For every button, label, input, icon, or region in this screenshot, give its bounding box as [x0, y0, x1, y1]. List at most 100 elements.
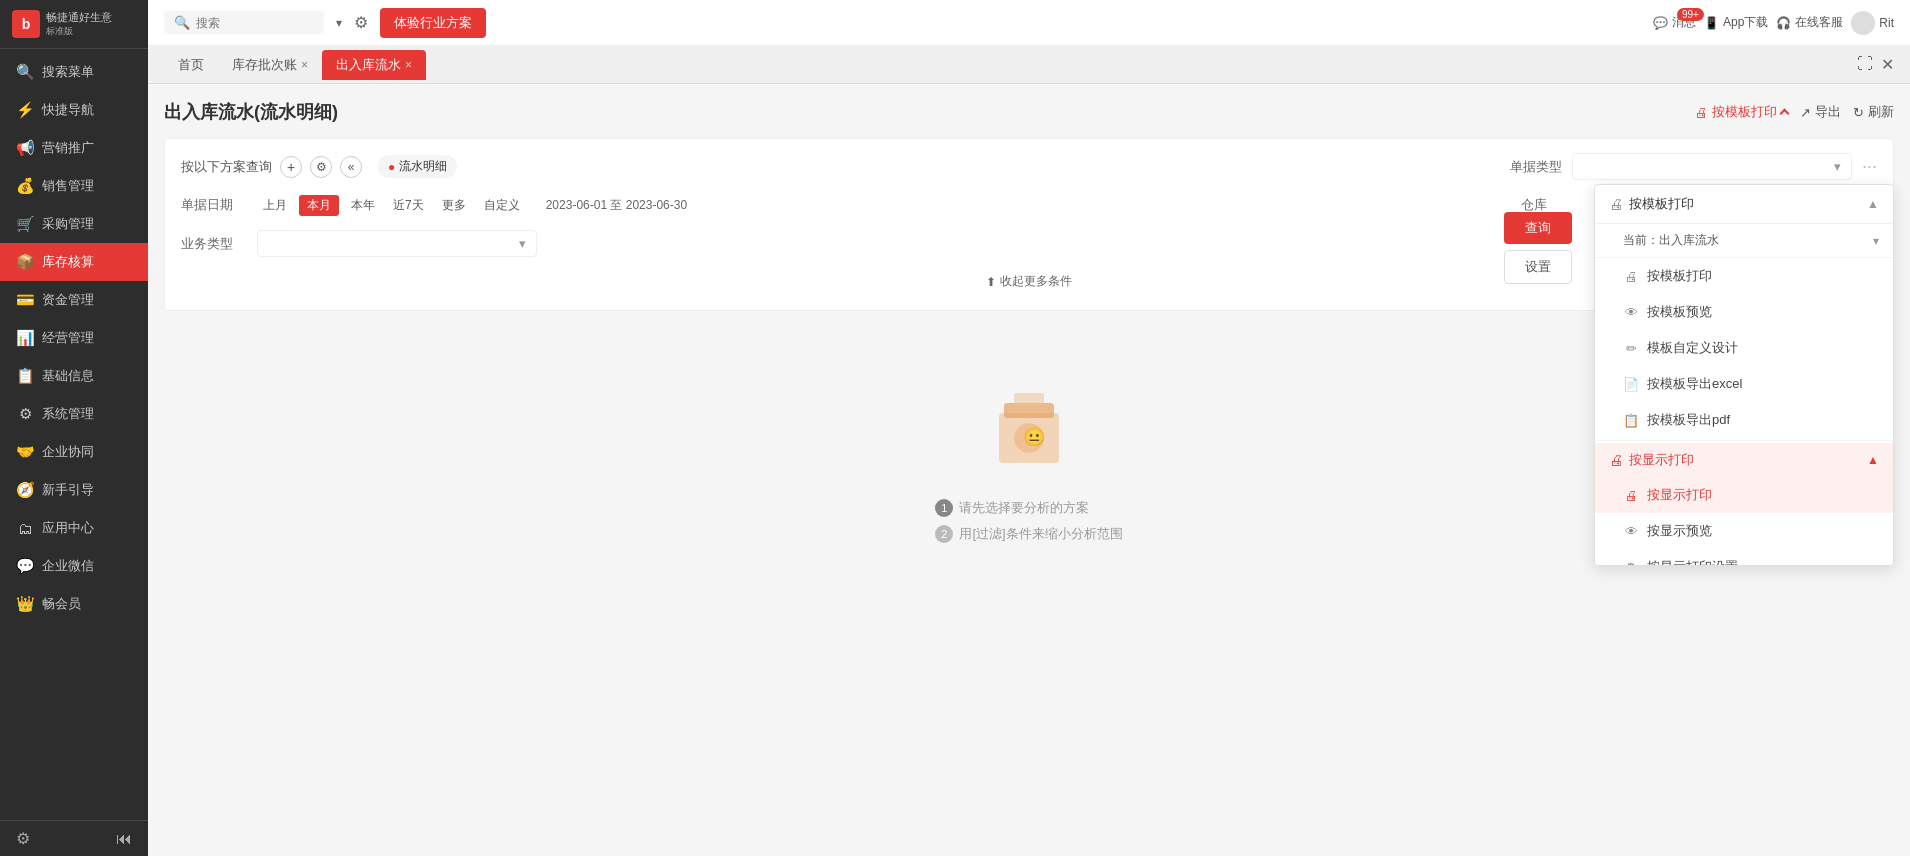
sidebar-item-marketing[interactable]: 📢 营销推广	[0, 129, 148, 167]
date-btn-7days[interactable]: 近7天	[387, 195, 430, 216]
tab-flow-close[interactable]: ×	[405, 58, 412, 72]
export-button[interactable]: ↗ 导出	[1800, 103, 1841, 121]
date-btn-current-month[interactable]: 本月	[299, 195, 339, 216]
sidebar-item-basic[interactable]: 📋 基础信息	[0, 357, 148, 395]
service-icon: 🎧	[1776, 16, 1791, 30]
template-pdf-icon: 📋	[1623, 412, 1639, 428]
sidebar-item-inventory[interactable]: 📦 库存核算	[0, 243, 148, 281]
online-service-button[interactable]: 🎧 在线客服	[1776, 14, 1843, 31]
dropdown-item-template-preview[interactable]: 👁 按模板预览	[1595, 294, 1893, 330]
print-icon: 🖨	[1695, 105, 1708, 120]
filter-collapse-scheme-button[interactable]: «	[340, 156, 362, 178]
sidebar-item-purchase[interactable]: 🛒 采购管理	[0, 205, 148, 243]
date-btn-current-year[interactable]: 本年	[345, 195, 381, 216]
dropdown-divider	[1595, 440, 1893, 441]
sidebar-item-shortcut[interactable]: ⚡ 快捷导航	[0, 91, 148, 129]
app-download-button[interactable]: 📱 App下载	[1704, 14, 1768, 31]
topbar-search-box[interactable]: 🔍	[164, 11, 324, 34]
sidebar-item-sales[interactable]: 💰 销售管理	[0, 167, 148, 205]
page-content: 出入库流水(流水明细) 🖨 按模板打印 ↗ 导出 ↻ 刷新	[148, 84, 1910, 856]
date-buttons: 上月 本月 本年 近7天 更多 自定义	[257, 195, 526, 216]
tab-maximize-button[interactable]: ⛶	[1857, 55, 1873, 74]
dropdown-item-template-print[interactable]: 🖨 按模板打印	[1595, 258, 1893, 294]
user-avatar[interactable]: Rit	[1851, 11, 1894, 35]
sidebar: b 畅捷通好生意 标准版 🔍 搜索菜单 ⚡ 快捷导航 📢 营销推广 💰 销售管理…	[0, 0, 148, 856]
template-custom-icon: ✏	[1623, 340, 1639, 356]
hint-text-1: 请先选择要分析的方案	[959, 499, 1089, 517]
main-content: 🔍 ▾ ⚙ 体验行业方案 💬 消息 99+ 📱 App下载 🎧 在线客服 Rit	[148, 0, 1910, 856]
tag-icon: ●	[388, 160, 395, 174]
sidebar-item-guide[interactable]: 🧭 新手引导	[0, 471, 148, 509]
template-preview-label: 按模板预览	[1647, 303, 1712, 321]
sidebar-item-label: 销售管理	[42, 177, 94, 195]
sidebar-item-label: 新手引导	[42, 481, 94, 499]
settings-button[interactable]: 设置	[1504, 250, 1572, 284]
hint-num-2: 2	[935, 525, 953, 543]
system-icon: ⚙	[16, 405, 34, 423]
business-type-select[interactable]: ▾	[257, 230, 537, 257]
date-btn-more[interactable]: 更多	[436, 195, 472, 216]
dropdown-item-display-preview[interactable]: 👁 按显示预览	[1595, 513, 1893, 549]
dropdown-item-display-print[interactable]: 🖨 按显示打印	[1595, 477, 1893, 513]
dropdown-item-template-custom[interactable]: ✏ 模板自定义设计	[1595, 330, 1893, 366]
date-btn-last-month[interactable]: 上月	[257, 195, 293, 216]
sidebar-item-collab[interactable]: 🤝 企业协同	[0, 433, 148, 471]
sidebar-item-label: 营销推广	[42, 139, 94, 157]
sidebar-item-system[interactable]: ⚙ 系统管理	[0, 395, 148, 433]
filter-add-button[interactable]: +	[280, 156, 302, 178]
sidebar-settings-btn[interactable]: ⚙	[16, 829, 30, 848]
sidebar-item-search[interactable]: 🔍 搜索菜单	[0, 53, 148, 91]
print-dropdown-arrow[interactable]	[1781, 105, 1788, 120]
search-icon: 🔍	[16, 63, 34, 81]
tab-batch-close[interactable]: ×	[301, 58, 308, 72]
message-badge: 99+	[1677, 8, 1704, 21]
filter-tag[interactable]: ● 流水明细	[378, 155, 457, 178]
tab-home[interactable]: 首页	[164, 50, 218, 80]
tab-close-all-button[interactable]: ✕	[1881, 55, 1894, 74]
options-more[interactable]: ···	[1862, 156, 1877, 177]
print-dropdown-panel: 🖨 按模板打印 ▲ 当前：出入库流水 ▾ 🖨 按模板打印 👁 按模板预览	[1594, 184, 1894, 566]
sidebar-item-finance[interactable]: 💳 资金管理	[0, 281, 148, 319]
template-excel-icon: 📄	[1623, 376, 1639, 392]
dropdown-item-template-pdf[interactable]: 📋 按模板导出pdf	[1595, 402, 1893, 438]
app-download-label: App下载	[1723, 14, 1768, 31]
dropdown-item-display-settings[interactable]: ⚙ 按显示打印设置	[1595, 549, 1893, 565]
app-name: 畅捷通好生意	[46, 10, 112, 24]
sidebar-item-label: 库存核算	[42, 253, 94, 271]
search-icon: 🔍	[174, 15, 190, 30]
topbar: 🔍 ▾ ⚙ 体验行业方案 💬 消息 99+ 📱 App下载 🎧 在线客服 Rit	[148, 0, 1910, 46]
message-button[interactable]: 💬 消息 99+	[1653, 14, 1696, 31]
app-logo: b 畅捷通好生意 标准版	[0, 0, 148, 49]
dropdown-header-arrow[interactable]: ▲	[1867, 197, 1879, 211]
sidebar-item-member[interactable]: 👑 畅会员	[0, 585, 148, 623]
template-preview-icon: 👁	[1623, 304, 1639, 320]
refresh-button[interactable]: ↻ 刷新	[1853, 103, 1894, 121]
tabbar-right: ⛶ ✕	[1857, 55, 1894, 74]
search-input[interactable]	[196, 16, 296, 30]
tab-batch-label: 库存批次账	[232, 56, 297, 74]
collapse-label: 收起更多条件	[1000, 273, 1072, 290]
sidebar-item-corpwx[interactable]: 💬 企业微信	[0, 547, 148, 585]
refresh-icon: ↻	[1853, 105, 1864, 120]
tab-flow[interactable]: 出入库流水 ×	[322, 50, 426, 80]
dropdown-current-item[interactable]: 当前：出入库流水 ▾	[1595, 224, 1893, 258]
dropdown-display-section-header[interactable]: 🖨 按显示打印 ▲	[1595, 443, 1893, 477]
query-button[interactable]: 查询	[1504, 212, 1572, 244]
sidebar-item-appcenter[interactable]: 🗂 应用中心	[0, 509, 148, 547]
trial-button[interactable]: 体验行业方案	[380, 8, 486, 38]
shortcut-icon: ⚡	[16, 101, 34, 119]
sidebar-item-operation[interactable]: 📊 经营管理	[0, 319, 148, 357]
collapse-icon: ⬆	[986, 275, 996, 289]
current-label: 当前：出入库流水	[1623, 232, 1719, 249]
voucher-type-select[interactable]: ▾	[1572, 153, 1852, 180]
tab-batch[interactable]: 库存批次账 ×	[218, 50, 322, 80]
sidebar-collapse-btn[interactable]: ⏮	[116, 830, 132, 848]
filter-row-top: 按以下方案查询 + ⚙ « ● 流水明细 单据类型 ▾	[181, 153, 1877, 180]
date-btn-custom[interactable]: 自定义	[478, 195, 526, 216]
print-button[interactable]: 🖨 按模板打印	[1695, 103, 1788, 121]
gear-icon[interactable]: ⚙	[354, 13, 368, 32]
filter-settings-button[interactable]: ⚙	[310, 156, 332, 178]
topbar-dropdown-arrow[interactable]: ▾	[336, 16, 342, 30]
dropdown-item-template-excel[interactable]: 📄 按模板导出excel	[1595, 366, 1893, 402]
sidebar-item-label: 采购管理	[42, 215, 94, 233]
